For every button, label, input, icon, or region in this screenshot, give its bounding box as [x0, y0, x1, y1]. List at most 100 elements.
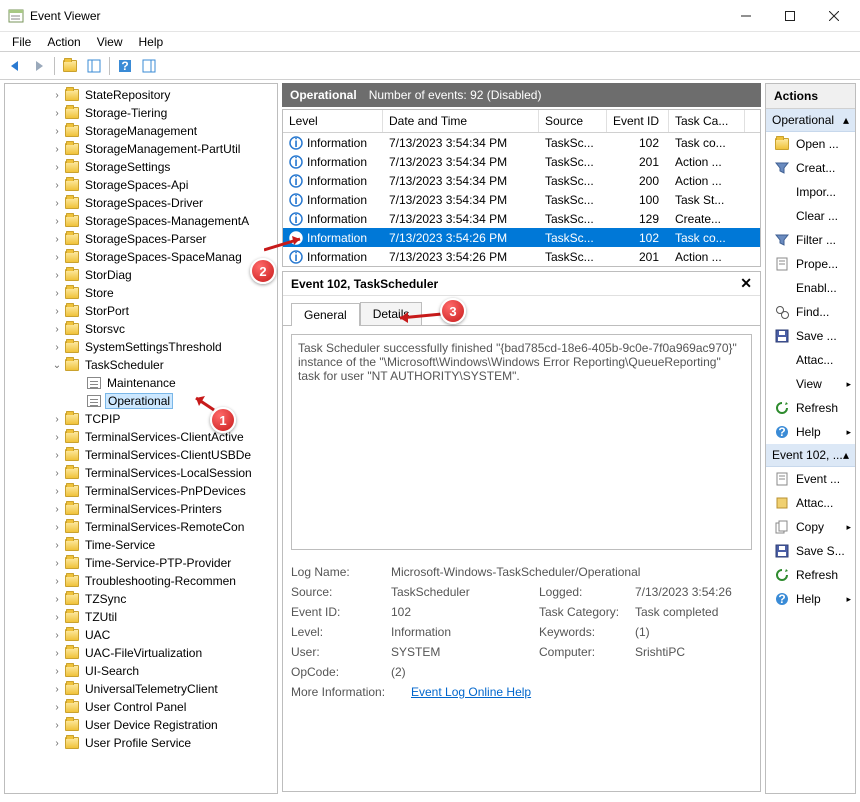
tree-item-label: StorageSpaces-ManagementA — [85, 214, 249, 228]
tree-item[interactable]: ›StorageSpaces-Parser — [5, 230, 277, 248]
action-item[interactable]: Attac... — [766, 491, 855, 515]
tree-item[interactable]: ›TerminalServices-ClientActive — [5, 428, 277, 446]
tab-general[interactable]: General — [291, 303, 360, 326]
action-item[interactable]: View — [766, 372, 855, 396]
action-item[interactable]: Find... — [766, 300, 855, 324]
action-item[interactable]: Impor... — [766, 180, 855, 204]
action-item[interactable]: Refresh — [766, 563, 855, 587]
tree-item[interactable]: ›Store — [5, 284, 277, 302]
folder-icon — [65, 305, 79, 317]
svg-text:?: ? — [778, 592, 785, 606]
tree-pane[interactable]: ›StateRepository›Storage-Tiering›Storage… — [4, 83, 278, 794]
action-item[interactable]: Copy — [766, 515, 855, 539]
tree-item-label: UAC — [85, 628, 110, 642]
action-item[interactable]: Event ... — [766, 467, 855, 491]
folder-icon — [65, 557, 79, 569]
action-item[interactable]: Open ... — [766, 132, 855, 156]
tree-item[interactable]: ›Storsvc — [5, 320, 277, 338]
tree-item[interactable]: ›StorPort — [5, 302, 277, 320]
tree-item[interactable]: ›UniversalTelemetryClient — [5, 680, 277, 698]
menu-action[interactable]: Action — [39, 34, 88, 50]
tree-item[interactable]: ›SystemSettingsThreshold — [5, 338, 277, 356]
tree-item[interactable]: ›StorageSpaces-ManagementA — [5, 212, 277, 230]
table-row[interactable]: iInformation7/13/2023 3:54:34 PMTaskSc..… — [283, 171, 760, 190]
action-item[interactable]: Refresh — [766, 396, 855, 420]
tree-item[interactable]: ›Troubleshooting-Recommen — [5, 572, 277, 590]
back-button[interactable] — [4, 55, 26, 77]
maximize-button[interactable] — [768, 1, 812, 31]
tree-item[interactable]: ›StorageSpaces-Api — [5, 176, 277, 194]
tree-item[interactable]: ›UAC-FileVirtualization — [5, 644, 277, 662]
table-row[interactable]: iInformation7/13/2023 3:54:26 PMTaskSc..… — [283, 228, 760, 247]
blank-icon — [774, 352, 790, 368]
menu-file[interactable]: File — [4, 34, 39, 50]
meta-more-link[interactable]: Event Log Online Help — [411, 685, 531, 699]
col-level[interactable]: Level — [283, 110, 383, 132]
event-grid[interactable]: Level Date and Time Source Event ID Task… — [282, 109, 761, 267]
detail-close-button[interactable]: ✕ — [740, 275, 752, 292]
action-item[interactable]: Enabl... — [766, 276, 855, 300]
tree-item[interactable]: ›User Profile Service — [5, 734, 277, 752]
action-item[interactable]: Clear ... — [766, 204, 855, 228]
table-row[interactable]: iInformation7/13/2023 3:54:26 PMTaskSc..… — [283, 247, 760, 266]
tree-item[interactable]: ›Time-Service-PTP-Provider — [5, 554, 277, 572]
tree-item[interactable]: ›TerminalServices-PnPDevices — [5, 482, 277, 500]
tree-item[interactable]: ›User Control Panel — [5, 698, 277, 716]
tree-item[interactable]: ›StorageManagement — [5, 122, 277, 140]
menu-help[interactable]: Help — [131, 34, 172, 50]
action-item[interactable]: Filter ... — [766, 228, 855, 252]
tree-item[interactable]: ›TerminalServices-RemoteCon — [5, 518, 277, 536]
tree-item[interactable]: ›TerminalServices-ClientUSBDe — [5, 446, 277, 464]
action-item[interactable]: Save ... — [766, 324, 855, 348]
menu-view[interactable]: View — [89, 34, 131, 50]
col-source[interactable]: Source — [539, 110, 607, 132]
action-item[interactable]: Attac... — [766, 348, 855, 372]
tree-item[interactable]: Operational — [5, 392, 277, 410]
tree-item[interactable]: ›Time-Service — [5, 536, 277, 554]
table-row[interactable]: iInformation7/13/2023 3:54:34 PMTaskSc..… — [283, 133, 760, 152]
tree-item[interactable]: ›TerminalServices-LocalSession — [5, 464, 277, 482]
tree-item[interactable]: ⌄TaskScheduler — [5, 356, 277, 374]
tree-item[interactable]: ›TerminalServices-Printers — [5, 500, 277, 518]
tree-item[interactable]: ›TCPIP — [5, 410, 277, 428]
actions-group-operational[interactable]: Operational▴ — [766, 109, 855, 132]
action-item[interactable]: Prope... — [766, 252, 855, 276]
col-date[interactable]: Date and Time — [383, 110, 539, 132]
action-item[interactable]: ?Help — [766, 420, 855, 444]
col-taskcategory[interactable]: Task Ca... — [669, 110, 745, 132]
table-row[interactable]: iInformation7/13/2023 3:54:34 PMTaskSc..… — [283, 152, 760, 171]
tree-item[interactable]: Maintenance — [5, 374, 277, 392]
panes-button[interactable] — [83, 55, 105, 77]
tree-item[interactable]: ›User Device Registration — [5, 716, 277, 734]
table-row[interactable]: iInformation7/13/2023 3:54:34 PMTaskSc..… — [283, 209, 760, 228]
tree-item[interactable]: ›UAC — [5, 626, 277, 644]
minimize-button[interactable] — [724, 1, 768, 31]
tree-item[interactable]: ›StorageManagement-PartUtil — [5, 140, 277, 158]
close-button[interactable] — [812, 1, 856, 31]
tree-item[interactable]: ›UI-Search — [5, 662, 277, 680]
panes2-button[interactable] — [138, 55, 160, 77]
tree-item[interactable]: ›TZUtil — [5, 608, 277, 626]
tree-item[interactable]: ›StorageSpaces-SpaceManag — [5, 248, 277, 266]
tree-item[interactable]: ›StorageSettings — [5, 158, 277, 176]
tree-item[interactable]: ›StateRepository — [5, 86, 277, 104]
table-row[interactable]: iInformation7/13/2023 3:54:34 PMTaskSc..… — [283, 190, 760, 209]
folder-icon — [65, 449, 79, 461]
action-item[interactable]: Save S... — [766, 539, 855, 563]
actions-group-event[interactable]: Event 102, ...▴ — [766, 444, 855, 467]
action-item[interactable]: Creat... — [766, 156, 855, 180]
help-button[interactable]: ? — [114, 55, 136, 77]
forward-button[interactable] — [28, 55, 50, 77]
tree-item[interactable]: ›StorageSpaces-Driver — [5, 194, 277, 212]
action-item[interactable]: ?Help — [766, 587, 855, 611]
cell-taskcategory: Action ... — [669, 154, 745, 170]
tree-item[interactable]: ›StorDiag — [5, 266, 277, 284]
tab-details[interactable]: Details — [360, 302, 423, 325]
col-eventid[interactable]: Event ID — [607, 110, 669, 132]
tree-item-label: TaskScheduler — [85, 358, 164, 372]
up-button[interactable] — [59, 55, 81, 77]
tree-item[interactable]: ›TZSync — [5, 590, 277, 608]
cell-eventid: 100 — [607, 192, 669, 208]
tree-item[interactable]: ›Storage-Tiering — [5, 104, 277, 122]
action-label: Help — [796, 425, 821, 439]
